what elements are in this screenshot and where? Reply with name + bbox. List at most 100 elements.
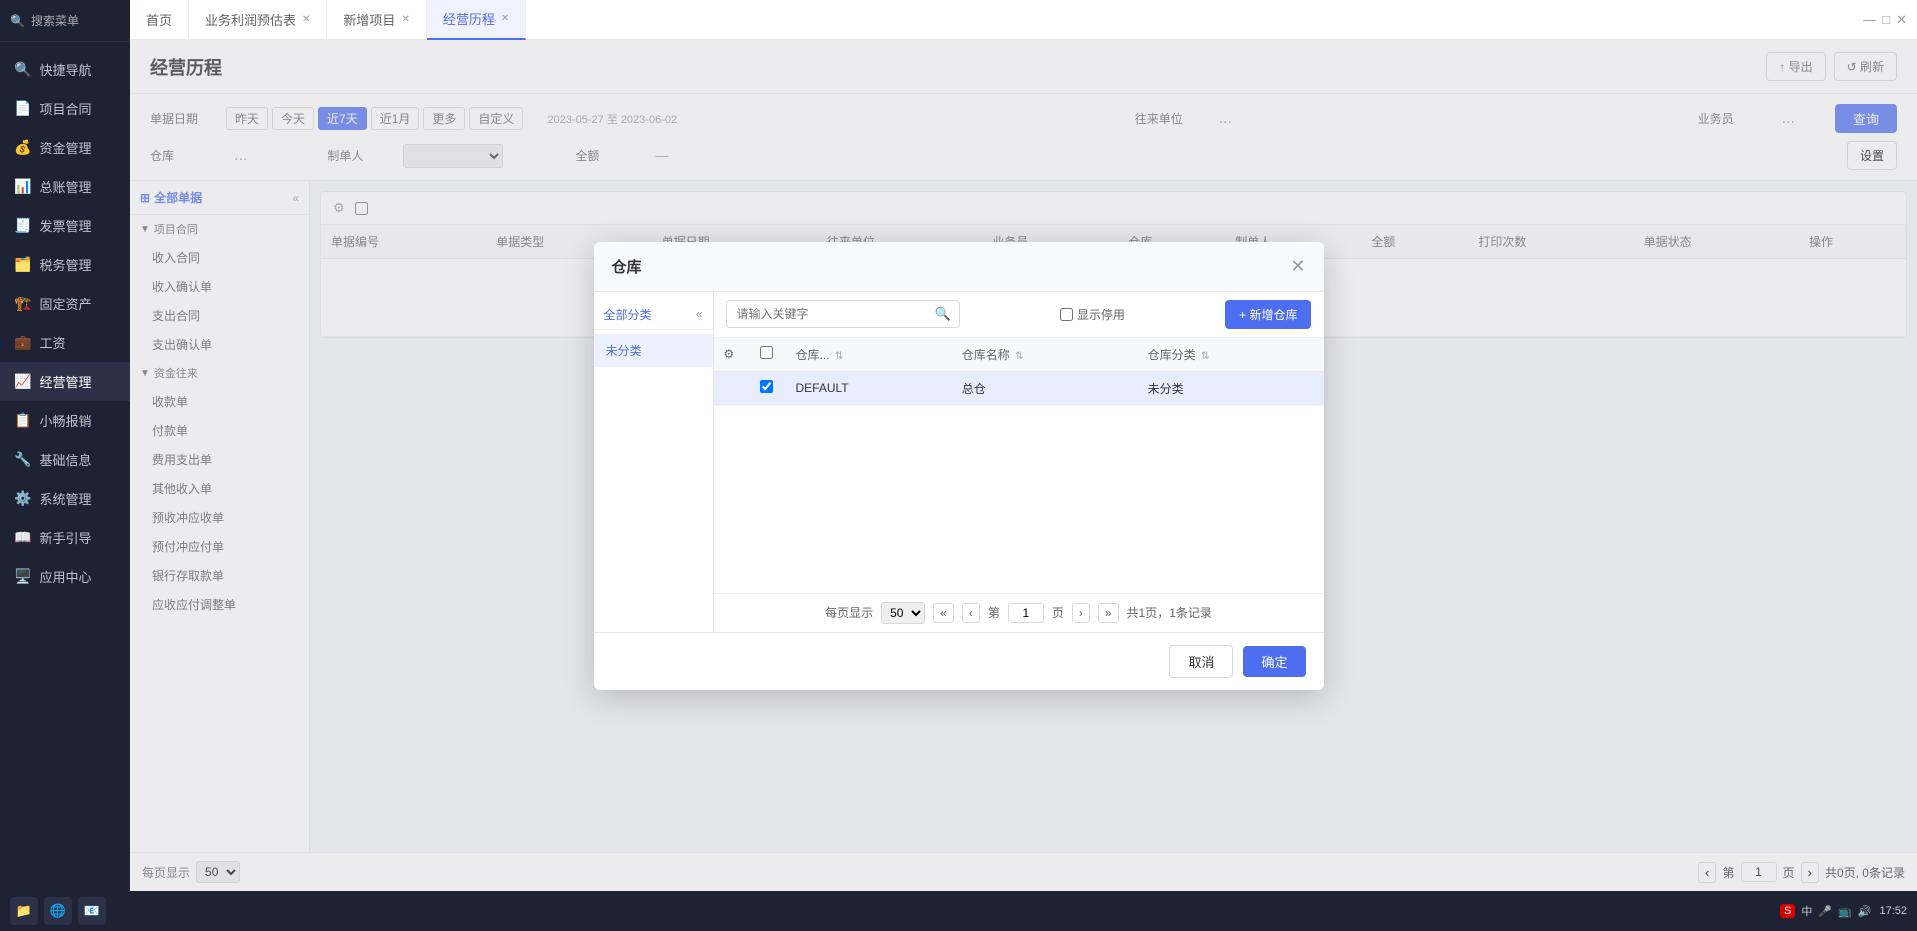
sidebar-item-基础信息[interactable]: 🔧 基础信息 [0,440,130,479]
modal-page-input[interactable] [1008,603,1044,623]
tab-close[interactable]: ✕ [302,14,310,25]
taskbar-icons-area: S 中 🎤 📺 🔊 [1780,903,1871,919]
table-row[interactable]: DEFAULT 总仓 未分类 [714,371,1324,405]
th-name-sort: ⇅ [1015,351,1023,362]
row-code: DEFAULT [786,371,952,405]
tab-经营历程[interactable]: 经营历程✕ [427,0,526,40]
sidebar-item-label: 快捷导航 [39,60,91,79]
th-category-label: 仓库分类 [1148,348,1196,362]
sidebar-item-label: 项目合同 [39,99,91,118]
sidebar-item-label: 系统管理 [39,489,91,508]
tab-业务利润预估表[interactable]: 业务利润预估表✕ [189,0,327,40]
sidebar-item-label: 小畅报销 [39,411,91,430]
taskbar-left: 📁 🌐 📧 [10,897,106,925]
tab-close[interactable]: ✕ [501,13,509,24]
tab-新增项目[interactable]: 新增项目 ✕ [327,0,426,40]
th-code[interactable]: 仓库... ⇅ [786,338,952,372]
tab-label: 新增项目 [343,10,395,29]
row-checkbox[interactable] [750,371,786,405]
sidebar-icon: 🧾 [14,217,31,234]
minimize-button[interactable]: — [1863,12,1876,28]
th-name-label: 仓库名称 [962,348,1010,362]
modal-next-page[interactable]: › [1072,603,1090,623]
show-disabled-checkbox-area[interactable]: 显示停用 [1060,306,1125,323]
sidebar-item-资金管理[interactable]: 💰资金管理 [0,128,130,167]
close-window-button[interactable]: ✕ [1896,12,1907,28]
th-code-label: 仓库... [796,348,830,362]
th-settings[interactable]: ⚙ [714,338,750,372]
sidebar-icon: 🏗️ [14,295,31,312]
sidebar-item-总账管理[interactable]: 📊总账管理 [0,167,130,206]
modal-sidebar: 全部分类 « 未分类 [594,292,714,632]
tab-首页[interactable]: 首页 [130,0,189,40]
sidebar-item-快捷导航[interactable]: 🔍 快捷导航 [0,50,130,89]
sidebar-icon: 💼 [14,334,31,351]
sidebar-icon: 📄 [14,100,31,117]
maximize-button[interactable]: □ [1882,12,1890,28]
row-settings [714,371,750,405]
sidebar-item-label: 基础信息 [39,450,91,469]
per-page-label: 每页显示 [825,604,873,621]
modal-per-page-select[interactable]: 50 [881,602,925,624]
modal-table-area: ⚙ 仓库... ⇅ 仓库名称 ⇅ 仓库分类 [714,338,1324,593]
modal-last-page[interactable]: » [1098,603,1119,623]
sidebar-icon: 🔍 [14,61,31,78]
all-category-header[interactable]: 全部分类 « [594,300,713,330]
sidebar-item-小畅报销[interactable]: 📋 小畅报销 [0,401,130,440]
row-select-checkbox[interactable] [760,380,773,393]
th-category[interactable]: 仓库分类 ⇅ [1138,338,1324,372]
sidebar-item-工资[interactable]: 💼 工资 [0,323,130,362]
sidebar-item-新手引导[interactable]: 📖新手引导 [0,518,130,557]
confirm-button[interactable]: 确定 [1243,646,1305,677]
modal-toolbar: 🔍 显示停用 + 新增仓库 [714,292,1324,338]
sidebar-item-税务管理[interactable]: 🗂️税务管理 [0,245,130,284]
taskbar-s-icon: S [1780,904,1795,918]
sidebar-item-应用中心[interactable]: 🖥️应用中心 [0,557,130,596]
modal-prev-page[interactable]: ‹ [962,603,980,623]
modal-page-suffix: 页 [1052,604,1064,621]
tab-close[interactable]: ✕ [401,14,409,25]
th-checkbox[interactable] [750,338,786,372]
cancel-button[interactable]: 取消 [1169,645,1233,678]
taskbar-icon-2[interactable]: 🌐 [44,897,72,925]
taskbar-icon-1[interactable]: 📁 [10,897,38,925]
show-disabled-label: 显示停用 [1077,306,1125,323]
sidebar-item-发票管理[interactable]: 🧾 发票管理 [0,206,130,245]
sidebar-search[interactable]: 🔍 搜索菜单 [0,0,130,42]
sidebar-item-固定资产[interactable]: 🏗️ 固定资产 [0,284,130,323]
sidebar-item-label: 固定资产 [39,294,91,313]
sidebar-item-label: 发票管理 [39,216,91,235]
modal-first-page[interactable]: « [933,603,954,623]
search-icon[interactable]: 🔍 [927,301,959,327]
sidebar-collapse-btn[interactable]: « [696,307,703,321]
sidebar-item-项目合同[interactable]: 📄 项目合同 [0,89,130,128]
modal-close-button[interactable]: ✕ [1290,256,1305,277]
sidebar-icon: 📋 [14,412,31,429]
sidebar-icon: ⚙️ [14,490,31,507]
sidebar-item-label: 资金管理 [39,138,91,157]
uncategorized-item[interactable]: 未分类 [594,334,713,367]
sidebar-icon: 📊 [14,178,31,195]
modal-select-all[interactable] [760,346,773,359]
modal-title: 仓库 [612,256,642,277]
sidebar-item-系统管理[interactable]: ⚙️ 系统管理 [0,479,130,518]
sidebar-item-label: 工资 [39,333,65,352]
sidebar-item-经营管理[interactable]: 📈经营管理 [0,362,130,401]
taskbar-icon-3[interactable]: 📧 [78,897,106,925]
taskbar-screen: 📺 [1838,905,1852,918]
modal-table-body: DEFAULT 总仓 未分类 [714,371,1324,405]
show-disabled-checkbox[interactable] [1060,308,1073,321]
search-input[interactable] [727,302,927,326]
sidebar-item-label: 应用中心 [39,567,91,586]
add-warehouse-button[interactable]: + 新增仓库 [1225,300,1311,329]
sidebar-nav: 🔍 快捷导航 📄 项目合同 💰资金管理📊总账管理 🧾 发票管理 🗂️税务管理 🏗️ 固定资产 💼 工资… [0,42,130,896]
th-name[interactable]: 仓库名称 ⇅ [952,338,1138,372]
taskbar-mic: 🎤 [1818,905,1832,918]
modal-footer: 取消 确定 [594,632,1324,690]
sidebar-icon: 📈 [14,373,31,390]
search-area: 🔍 [726,300,960,328]
row-category: 未分类 [1138,371,1324,405]
taskbar-zhong: 中 [1801,903,1812,919]
sidebar-icon: 🔧 [14,451,31,468]
taskbar-right: S 中 🎤 📺 🔊 17:52 [1780,903,1907,919]
